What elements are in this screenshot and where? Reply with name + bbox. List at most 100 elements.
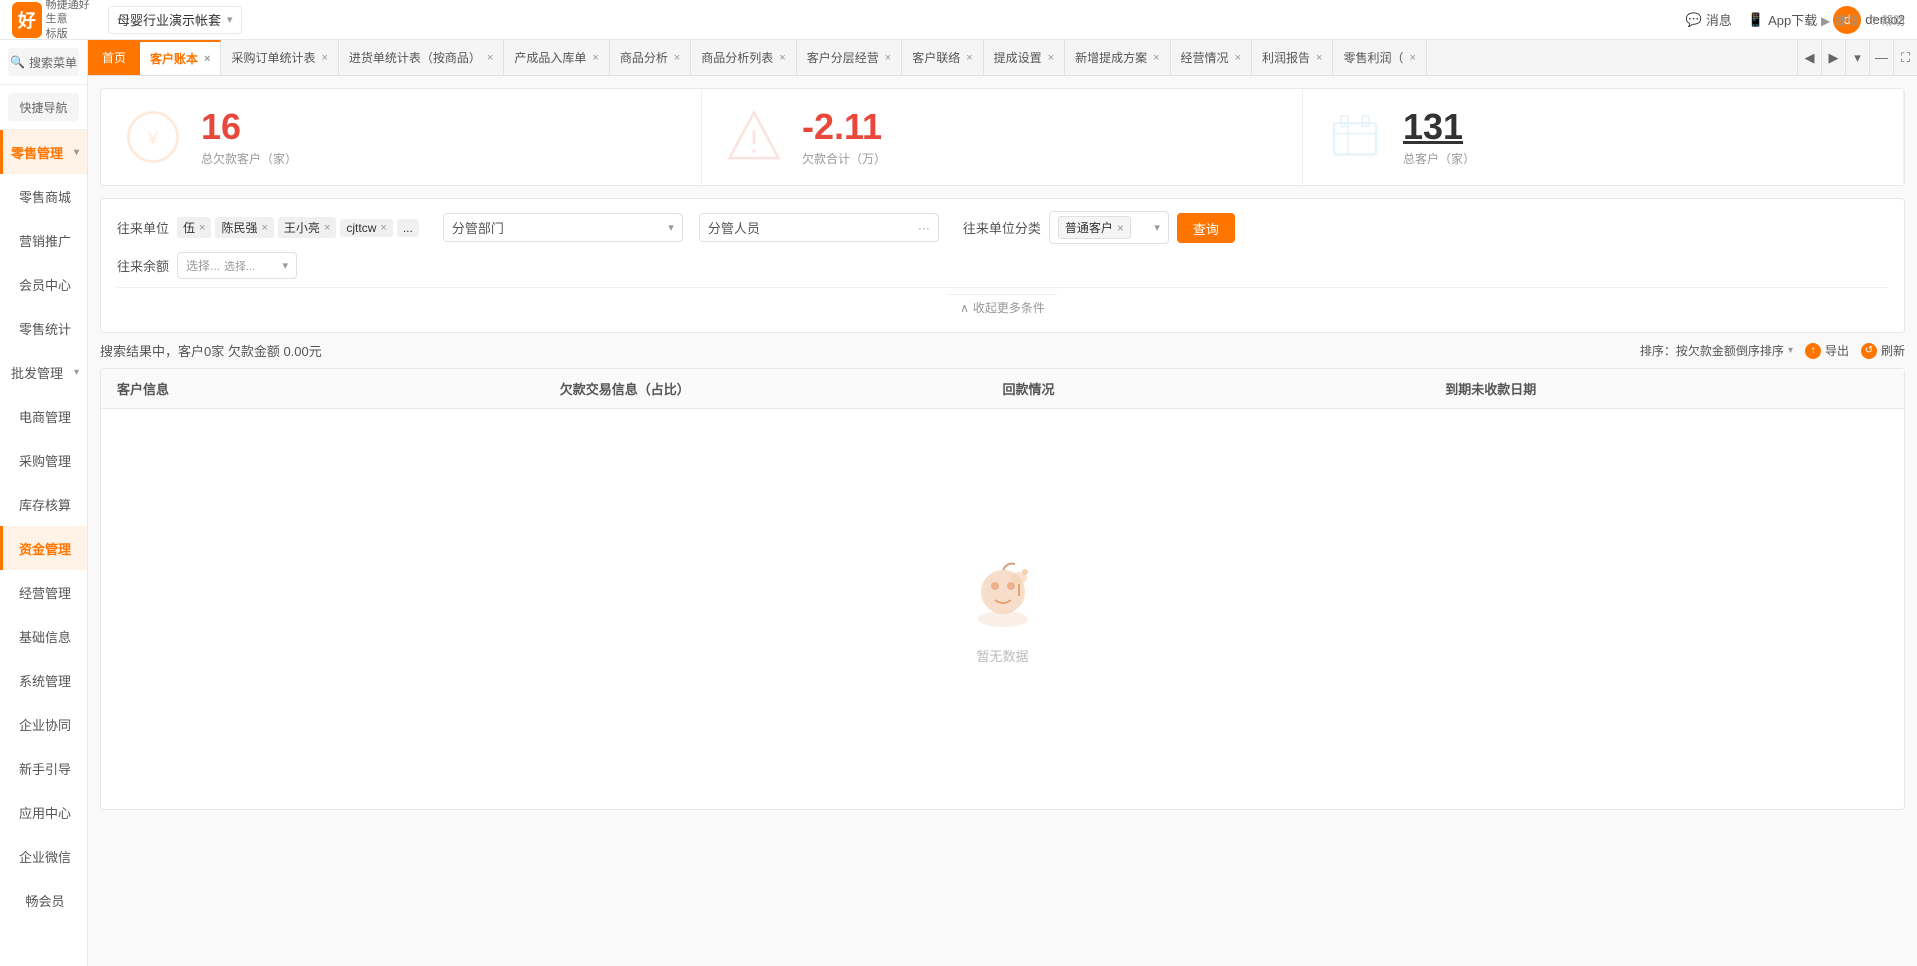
dept-filter-select[interactable]: 分管部门 ▾ [443, 213, 683, 242]
tab-product-analysis-list[interactable]: 商品分析列表 × [691, 40, 796, 76]
tab-prev-button[interactable]: ◀ [1797, 40, 1821, 76]
tab-product-analysis[interactable]: 商品分析 × [610, 40, 691, 76]
category-tag-close[interactable]: × [1117, 221, 1124, 235]
quick-nav-button[interactable]: 快捷导航 [8, 93, 79, 121]
tab-close-retail-profit[interactable]: × [1409, 52, 1415, 64]
empty-text: 暂无数据 [976, 646, 1028, 665]
stat-number-total-customers: 131 [1403, 107, 1475, 147]
tab-retail-profit[interactable]: 零售利润（ × [1333, 40, 1426, 76]
category-chevron-icon: ▾ [1154, 221, 1160, 234]
sidebar-item-enterprise[interactable]: 企业协同 [0, 702, 87, 746]
tab-home[interactable]: 首页 [88, 40, 140, 76]
stat-values-debt-amount: -2.11 欠款合计（万） [802, 107, 886, 168]
sidebar-item-retail-mall[interactable]: 零售商城 [0, 174, 87, 218]
logo-text: 畅捷通好生意 标版 [46, 0, 100, 41]
tab-close-product-inbound[interactable]: × [592, 52, 598, 64]
filter-area: 往来单位 伍 × 陈民强 × 王小亮 [100, 198, 1905, 333]
tab-profit-report[interactable]: 利润报告 × [1252, 40, 1333, 76]
tab-close-new-raise[interactable]: × [1153, 52, 1159, 64]
sidebar-item-system[interactable]: 系统管理 [0, 658, 87, 702]
tab-close-accounts[interactable]: × [204, 53, 210, 65]
tab-menu-button[interactable]: ▾ [1845, 40, 1869, 76]
tag-close-cjttcw[interactable]: × [380, 222, 386, 234]
tab-bar: 首页 客户账本 × 采购订单统计表 × 进货单统计表（按商品） × 产成品入库单… [88, 40, 1917, 76]
tab-close-raise[interactable]: × [1048, 52, 1054, 64]
tab-close-customer-tier[interactable]: × [885, 52, 891, 64]
balance-filter-label: 往来余额 [117, 256, 169, 275]
sidebar-item-purchase[interactable]: 采购管理 [0, 438, 87, 482]
stat-card-debt-amount: -2.11 欠款合计（万） [702, 89, 1303, 185]
export-icon: ↑ [1805, 343, 1821, 359]
app-download-button[interactable]: 📱 App下载 [1748, 10, 1817, 29]
tab-customer-connect[interactable]: 客户联络 × [902, 40, 983, 76]
tab-raise-settings[interactable]: 提成设置 × [984, 40, 1065, 76]
collapse-button[interactable]: ∧ 收起更多条件 [948, 294, 1057, 320]
sidebar-item-inventory[interactable]: 库存核算 [0, 482, 87, 526]
tab-maximize-button[interactable]: ⛶ [1893, 40, 1917, 76]
result-bar: 搜索结果中，客户0家 欠款金额 0.00元 排序：按欠款金额倒序排序 ▾ ↑ 导… [100, 341, 1905, 360]
refresh-button[interactable]: ↺ 刷新 [1861, 342, 1905, 359]
debt-customers-icon: ¥ [121, 105, 185, 169]
content-area: 首页 客户账本 × 采购订单统计表 × 进货单统计表（按商品） × 产成品入库单… [88, 40, 1917, 966]
tab-close-product-analysis[interactable]: × [674, 52, 680, 64]
sidebar-item-ecom[interactable]: 电商管理 [0, 394, 87, 438]
query-button[interactable]: 查询 [1177, 213, 1235, 243]
sidebar-item-basic[interactable]: 基础信息 [0, 614, 87, 658]
tab-inbound-stats[interactable]: 进货单统计表（按商品） × [339, 40, 504, 76]
sidebar-menu: 零售管理 ▾ 零售商城 营销推广 会员中心 零售统计 批发管理 ▾ [0, 130, 87, 966]
sidebar-item-retail-stats[interactable]: 零售统计 [0, 306, 87, 350]
sidebar-item-wechat[interactable]: 企业微信 [0, 834, 87, 878]
tag-close-wu[interactable]: × [199, 222, 205, 234]
tab-next-button[interactable]: ▶ [1821, 40, 1845, 76]
tab-close-inbound[interactable]: × [487, 52, 493, 64]
sidebar-item-newbie[interactable]: 新手引导 [0, 746, 87, 790]
sidebar-item-finance[interactable]: 资金管理 [0, 526, 87, 570]
person-more-icon: ··· [918, 221, 930, 235]
empty-icon [963, 554, 1043, 634]
col-due-date: 到期未收款日期 [1445, 379, 1888, 398]
workspace-selector[interactable]: 母婴行业演示帐套 ▾ [108, 6, 242, 34]
tag-close-wang[interactable]: × [324, 222, 330, 234]
tab-bar-end: ◀ ▶ ▾ — ⛶ [1797, 40, 1917, 76]
export-button[interactable]: ↑ 导出 [1805, 342, 1849, 359]
tab-accounts[interactable]: 客户账本 × [140, 40, 221, 76]
stats-row: ¥ 16 总欠款客户（家） [100, 88, 1905, 186]
tab-close-product-list[interactable]: × [779, 52, 785, 64]
tab-close-purchase[interactable]: × [321, 52, 327, 64]
message-icon: 💬 [1686, 12, 1702, 28]
sidebar-item-member[interactable]: 会员中心 [0, 262, 87, 306]
sidebar-item-ops[interactable]: 经营管理 [0, 570, 87, 614]
tab-ops-status[interactable]: 经营情况 × [1171, 40, 1252, 76]
sidebar-item-retail-mgmt[interactable]: 零售管理 ▾ [0, 130, 87, 174]
sidebar-item-vip[interactable]: 畅会员 [0, 878, 87, 922]
sidebar-search-area: 🔍 搜索菜单 [0, 40, 87, 85]
tab-minimize-button[interactable]: — [1869, 40, 1893, 76]
tag-close-chen[interactable]: × [261, 222, 267, 234]
tab-purchase-stats[interactable]: 采购订单统计表 × [221, 40, 338, 76]
filter-tag-more[interactable]: ... [397, 219, 419, 237]
message-button[interactable]: 💬 消息 [1686, 10, 1732, 29]
filter-tag-wang: 王小亮 × [278, 217, 336, 238]
dept-chevron-icon: ▾ [668, 221, 674, 234]
balance-chevron-icon: ▾ [282, 259, 288, 272]
filter-row-1: 往来单位 伍 × 陈民强 × 王小亮 [117, 211, 1888, 244]
search-menu-button[interactable]: 🔍 搜索菜单 [8, 48, 79, 76]
tab-product-inbound[interactable]: 产成品入库单 × [504, 40, 609, 76]
sidebar-item-batch-mgmt[interactable]: 批发管理 ▾ [0, 350, 87, 394]
stat-card-debt-customers: ¥ 16 总欠款客户（家） [101, 89, 702, 185]
stat-label-total-customers: 总客户（家） [1403, 150, 1475, 167]
tab-close-customer-connect[interactable]: × [966, 52, 972, 64]
chevron-up-icon: ∧ [960, 301, 969, 315]
col-debt-info: 欠款交易信息（占比） [560, 379, 1003, 398]
unit-category-select[interactable]: 普通客户 × ▾ [1049, 211, 1169, 244]
sidebar-item-appcenter[interactable]: 应用中心 [0, 790, 87, 834]
person-filter-select[interactable]: 分管人员 ··· [699, 213, 939, 242]
tab-customer-tier[interactable]: 客户分层经营 × [797, 40, 902, 76]
tab-close-ops[interactable]: × [1235, 52, 1241, 64]
tab-close-profit[interactable]: × [1316, 52, 1322, 64]
balance-filter-select[interactable]: 选择... 选择... ▾ [177, 252, 297, 279]
stat-number-debt-customers: 16 [201, 107, 297, 147]
sort-select[interactable]: 排序：按欠款金额倒序排序 ▾ [1640, 342, 1793, 359]
tab-new-raise[interactable]: 新增提成方案 × [1065, 40, 1170, 76]
sidebar-item-marketing[interactable]: 营销推广 [0, 218, 87, 262]
